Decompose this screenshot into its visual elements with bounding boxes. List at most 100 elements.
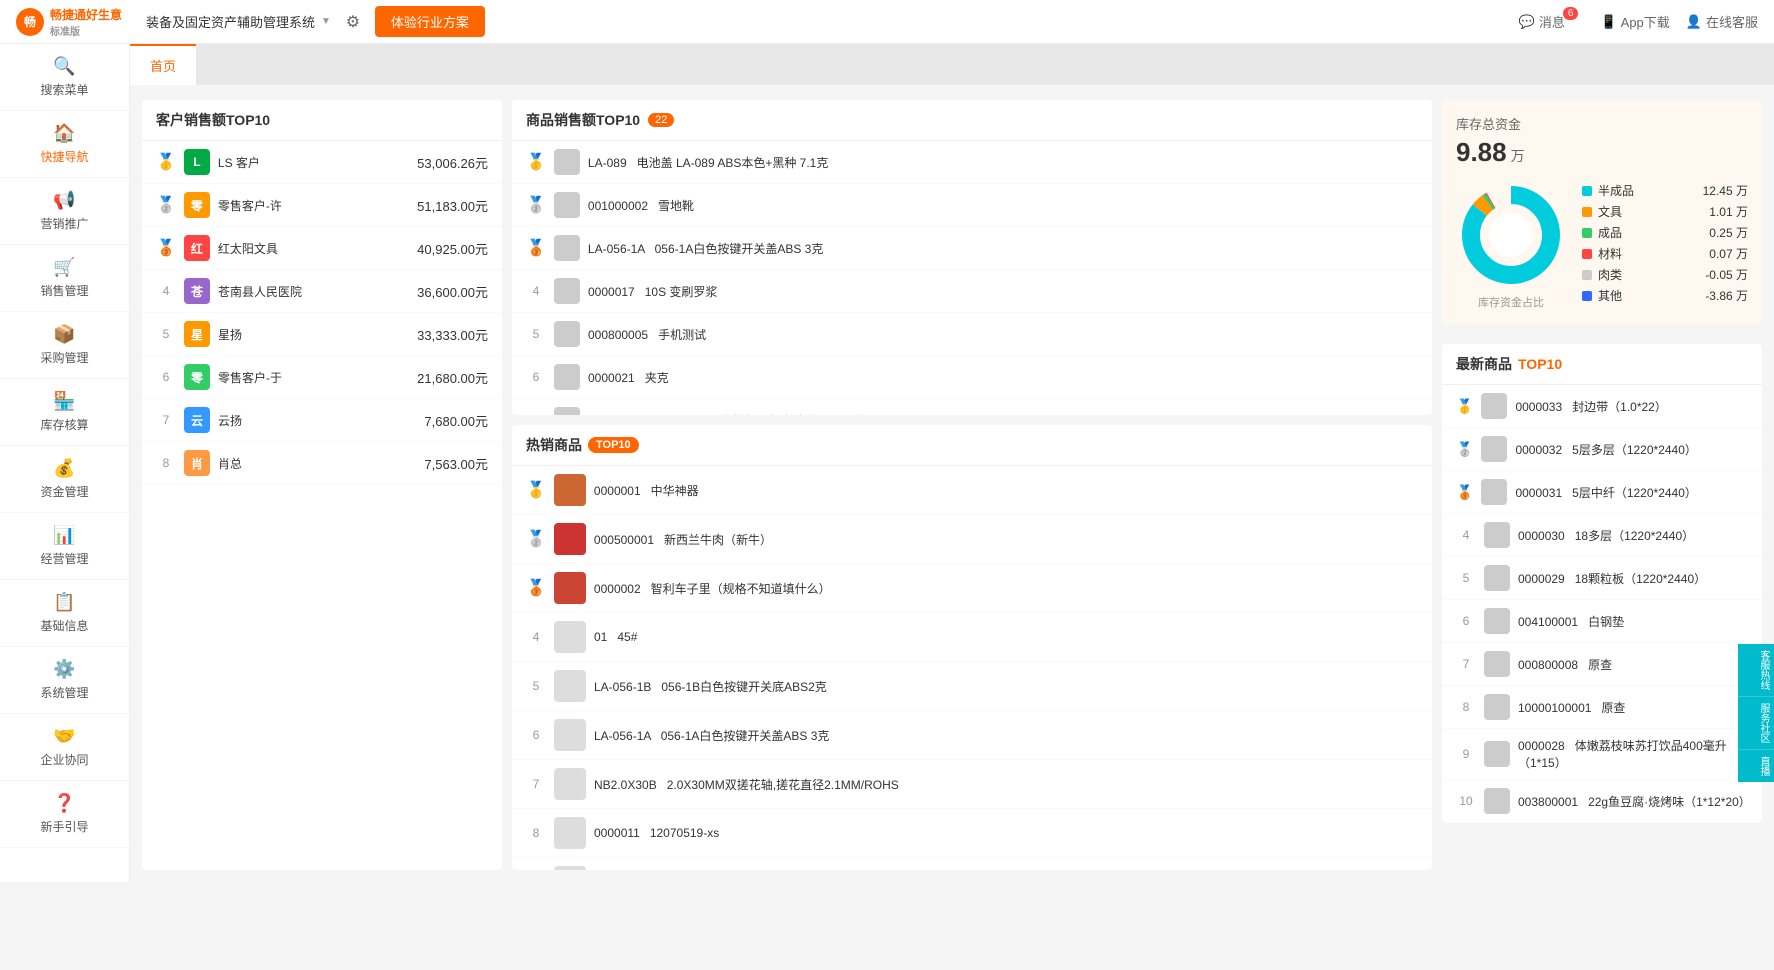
newest-rank-number: 10 (1456, 794, 1476, 808)
sidebar-label-purchase: 采购管理 (40, 349, 88, 366)
sidebar-label-inventory: 库存核算 (40, 416, 88, 433)
rank-medal-icon: 🥈 (156, 195, 176, 215)
sidebar-item-quick[interactable]: 🏠 快捷导航 (0, 111, 129, 178)
customer-rank-item: 🥈 零 零售客户-许 51,183.00元 (142, 184, 502, 227)
hot-product-code: NB2.0X30B 2.0X30MM双搓花轴,搓花直径2.1MM/ROHS (594, 776, 1418, 793)
ts-product-info: 0000017 10S 变刷罗浆 (588, 283, 1418, 300)
sidebar-item-company[interactable]: 🤝 企业协同 (0, 714, 129, 781)
top-selling-mid-item: 5 000800005 手机测试 (512, 313, 1432, 356)
rank-number: 5 (156, 327, 176, 341)
customer-rank-item: 5 星 星扬 33,333.00元 (142, 313, 502, 356)
sidebar-item-guide[interactable]: ❓ 新手引导 (0, 781, 129, 848)
rank-amount: 53,006.26元 (417, 153, 488, 172)
hot-products-panel: 热销商品 TOP10 🥇 0000001 中华神器 🥈 000500001 新西… (512, 425, 1432, 870)
app-download-item[interactable]: 📱 App下载 (1600, 12, 1669, 31)
logo-icon: 畅 (16, 8, 44, 36)
hot-products-badge: TOP10 (588, 437, 639, 453)
tab-home[interactable]: 首页 (130, 44, 196, 85)
donut-chart (1456, 180, 1566, 290)
hot-product-info: 0000002 智利车子里（规格不知道填什么） (594, 580, 1418, 597)
sidebar-item-marketing[interactable]: 📢 营销推广 (0, 178, 129, 245)
sidebar-label-guide: 新手引导 (40, 818, 88, 835)
ts-rank-number: 4 (526, 284, 546, 298)
float-service-btn-2[interactable]: 服务社区 (1738, 697, 1774, 750)
system-selector[interactable]: 装备及固定资产辅助管理系统 ▼ (146, 12, 331, 31)
newest-product-img (1481, 436, 1507, 462)
sidebar-item-sales[interactable]: 🛒 销售管理 (0, 245, 129, 312)
hot-product-img (554, 866, 586, 870)
legend-dot (1582, 270, 1592, 280)
legend-dot (1582, 291, 1592, 301)
dropdown-arrow-icon: ▼ (321, 16, 331, 27)
message-item[interactable]: 💬 消息 6 (1519, 12, 1585, 31)
legend-label-text: 肉类 (1598, 266, 1699, 283)
rank-number: 8 (156, 456, 176, 470)
rank-name: 星扬 (218, 326, 409, 343)
customer-rank-list: 🥇 L LS 客户 53,006.26元 🥈 零 零售客户-许 51,183.0… (142, 141, 502, 485)
hot-product-code: 0000011 12070519-xs (594, 826, 1418, 840)
message-label: 消息 (1539, 12, 1565, 31)
newest-medal-icon: 🥇 (1456, 398, 1473, 415)
ts-rank-number: 7 (526, 413, 546, 415)
customer-rank-item: 6 零 零售客户-于 21,680.00元 (142, 356, 502, 399)
legend-dot (1582, 207, 1592, 217)
top-selling-mid-item: 7 LA-59651-1B 59651-1B旋转投影灯电池盒ABS黑色+58克 (512, 399, 1432, 415)
newest-title: 最新商品 (1456, 354, 1512, 374)
ts-medal-icon: 🥇 (526, 152, 546, 172)
logo-main-text: 畅捷通好生意 (50, 6, 122, 23)
hot-product-img (554, 817, 586, 849)
settings-icon[interactable]: ⚙ (339, 8, 367, 36)
newest-rank-number: 8 (1456, 700, 1476, 714)
newest-product-img (1484, 565, 1510, 591)
float-service: 客服热线 服务社区 直播 (1738, 644, 1774, 782)
hot-rank-number: 4 (526, 630, 546, 644)
inventory-unit: 万 (1511, 146, 1525, 166)
customer-rank-item: 8 肖 肖总 7,563.00元 (142, 442, 502, 485)
legend-dot (1582, 228, 1592, 238)
float-service-btn-3[interactable]: 直播 (1738, 750, 1774, 782)
nav-tabs: 首页 (130, 44, 1774, 85)
ts-rank-number: 6 (526, 370, 546, 384)
newest-product-img (1481, 479, 1507, 505)
newest-product-item: 🥈 0000032 5层多层（1220*2440） (1442, 428, 1762, 471)
sidebar-item-purchase[interactable]: 📦 采购管理 (0, 312, 129, 379)
hot-product-img (554, 768, 586, 800)
inventory-chart-label: 库存资金占比 (1478, 294, 1544, 310)
newest-rank-number: 5 (1456, 571, 1476, 585)
hot-product-item: 🥇 0000001 中华神器 (512, 466, 1432, 515)
sidebar-label-marketing: 营销推广 (40, 215, 88, 232)
ts-product-info: 001000002 雪地靴 (588, 197, 1418, 214)
customer-rank-item: 🥇 L LS 客户 53,006.26元 (142, 141, 502, 184)
topbar-right: 💬 消息 6 📱 App下载 👤 在线客服 (1519, 12, 1758, 31)
sidebar: 🔍 搜索菜单 🏠 快捷导航 📢 营销推广 🛒 销售管理 📦 采购管理 🏪 库存核… (0, 44, 130, 882)
message-badge: 6 (1563, 7, 1579, 20)
top-selling-mid-item: 4 0000017 10S 变刷罗浆 (512, 270, 1432, 313)
float-service-btn-1[interactable]: 客服热线 (1738, 644, 1774, 697)
trial-btn[interactable]: 体验行业方案 (375, 6, 485, 37)
online-service-item[interactable]: 👤 在线客服 (1686, 12, 1758, 31)
customer-rank-item: 4 苍 苍南县人民医院 36,600.00元 (142, 270, 502, 313)
logo-text-group: 畅捷通好生意 标准版 (50, 6, 122, 38)
legend-label-text: 文具 (1598, 203, 1703, 220)
home-icon: 🏠 (53, 123, 75, 144)
sidebar-item-finance[interactable]: 💰 资金管理 (0, 446, 129, 513)
sidebar-item-inventory[interactable]: 🏪 库存核算 (0, 379, 129, 446)
newest-product-img (1484, 651, 1510, 677)
sidebar-label-quick: 快捷导航 (40, 148, 88, 165)
rank-amount: 7,680.00元 (424, 411, 488, 430)
sidebar-item-base[interactable]: 📋 基础信息 (0, 580, 129, 647)
sidebar-item-search[interactable]: 🔍 搜索菜单 (0, 44, 129, 111)
newest-product-info: 0000033 封边带（1.0*22） (1515, 398, 1748, 415)
sidebar-item-system[interactable]: ⚙️ 系统管理 (0, 647, 129, 714)
newest-product-img (1481, 393, 1507, 419)
hot-medal-icon: 🥈 (526, 529, 546, 549)
ts-product-info: LA-056-1A 056-1A白色按键开关盖ABS 3克 (588, 240, 1418, 257)
phone-icon: 📱 (1600, 14, 1616, 30)
sidebar-label-base: 基础信息 (40, 617, 88, 634)
hot-product-code: 01 45# (594, 630, 1418, 644)
hot-products-list: 🥇 0000001 中华神器 🥈 000500001 新西兰牛肉（新牛） 🥉 0… (512, 466, 1432, 870)
right-column: 库存总资金 9.88 万 库存资金占比 (1442, 100, 1762, 870)
hot-product-code: LA-056-1B 056-1B白色按键开关底ABS2克 (594, 678, 1418, 695)
sidebar-item-operation[interactable]: 📊 经营管理 (0, 513, 129, 580)
sidebar-label-sales: 销售管理 (40, 282, 88, 299)
